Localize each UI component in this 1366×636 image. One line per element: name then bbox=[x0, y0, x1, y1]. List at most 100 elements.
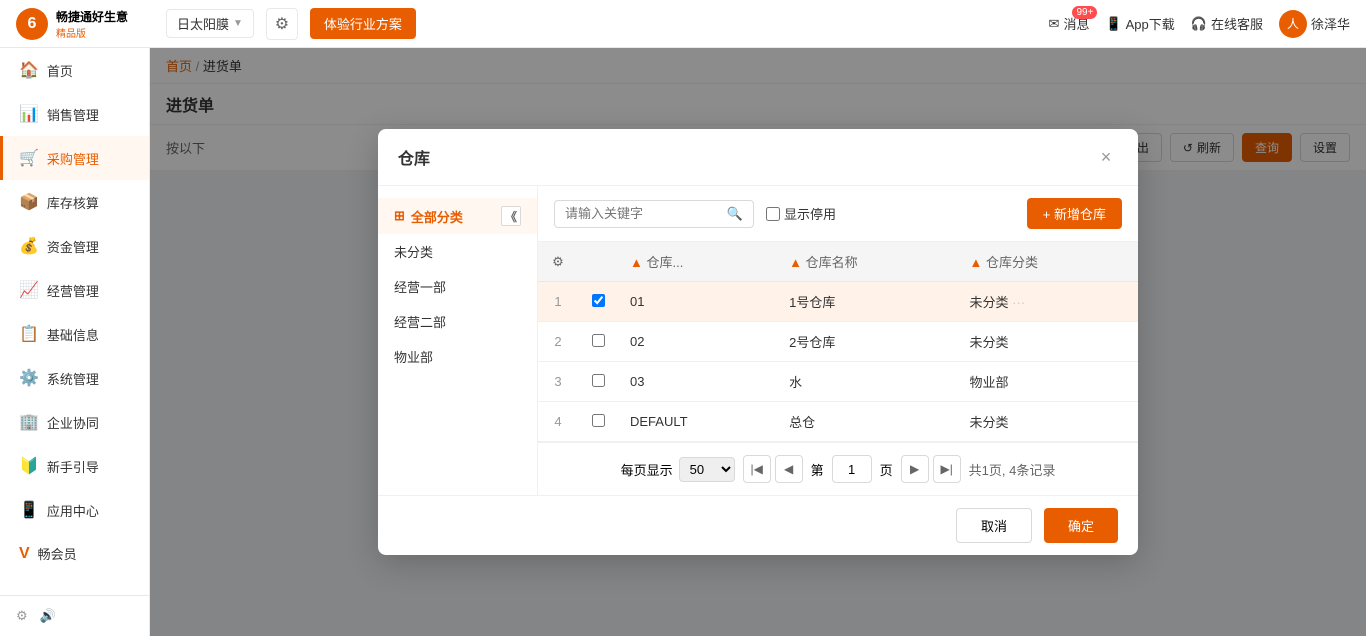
dots-menu[interactable]: ··· bbox=[1012, 295, 1025, 310]
chevron-down-icon: ▼ bbox=[233, 18, 243, 29]
cancel-button[interactable]: 取消 bbox=[956, 508, 1032, 543]
user-profile-button[interactable]: 人 徐泽华 bbox=[1279, 10, 1350, 38]
sidebar-item-label: 资金管理 bbox=[47, 237, 99, 256]
messages-badge: 99+ bbox=[1072, 6, 1097, 19]
sidebar-item-basic[interactable]: 📋 基础信息 bbox=[0, 312, 149, 356]
last-page-button[interactable]: ▶| bbox=[933, 455, 961, 483]
store-name: 日太阳膜 bbox=[177, 14, 229, 33]
online-service-button[interactable]: 🎧 在线客服 bbox=[1191, 14, 1263, 33]
col-category: ▲ 仓库分类 bbox=[958, 242, 1138, 282]
row-name: 总仓 bbox=[777, 402, 957, 442]
sidebar-item-label: 经营管理 bbox=[47, 281, 99, 300]
row-category: 未分类 bbox=[958, 402, 1138, 442]
member-icon: V bbox=[19, 545, 30, 563]
avatar: 人 bbox=[1279, 10, 1307, 38]
settings-icon[interactable]: ⚙ bbox=[266, 8, 298, 40]
page-navigation: |◀ ◀ 第 页 ▶ ▶| bbox=[743, 455, 961, 483]
sidebar-item-label: 采购管理 bbox=[47, 149, 99, 168]
table-row[interactable]: 3 03 水 物业部 bbox=[538, 362, 1138, 402]
logo-area: 6 畅捷通好生意 精品版 bbox=[16, 8, 166, 40]
sidebar-item-label: 企业协同 bbox=[47, 413, 99, 432]
category-item-uncategorized[interactable]: 未分类 bbox=[378, 234, 537, 269]
row-checkbox-cell[interactable] bbox=[578, 322, 618, 362]
sidebar-item-operation[interactable]: 📈 经营管理 bbox=[0, 268, 149, 312]
show-disabled-checkbox[interactable] bbox=[766, 207, 780, 221]
headphone-icon: 🎧 bbox=[1191, 16, 1207, 32]
warehouse-modal: 仓库 × ⊞ 全部分类 《 未分类 bbox=[378, 129, 1138, 555]
sidebar-item-label: 畅会员 bbox=[38, 544, 77, 563]
sidebar-item-inventory[interactable]: 📦 库存核算 bbox=[0, 180, 149, 224]
sidebar-item-finance[interactable]: 💰 资金管理 bbox=[0, 224, 149, 268]
row-code: DEFAULT bbox=[618, 402, 777, 442]
grid-icon: ⊞ bbox=[394, 208, 405, 224]
guide-icon: 🔰 bbox=[19, 456, 39, 476]
home-icon: 🏠 bbox=[19, 60, 39, 80]
row-checkbox-cell[interactable] bbox=[578, 362, 618, 402]
sidebar-item-home[interactable]: 🏠 首页 bbox=[0, 48, 149, 92]
sidebar-item-app[interactable]: 📱 应用中心 bbox=[0, 488, 149, 532]
sidebar-item-system[interactable]: ⚙️ 系统管理 bbox=[0, 356, 149, 400]
row-number: 4 bbox=[538, 402, 578, 442]
category-sidebar: ⊞ 全部分类 《 未分类 经营一部 经营二部 bbox=[378, 186, 538, 495]
search-box: 🔍 bbox=[554, 200, 754, 228]
speaker-icon[interactable]: 🔊 bbox=[40, 608, 56, 624]
sidebar-item-label: 新手引导 bbox=[47, 457, 99, 476]
row-category: 物业部 bbox=[958, 362, 1138, 402]
app-download-button[interactable]: 📱 App下载 bbox=[1105, 14, 1174, 33]
main-layout: 🏠 首页 📊 销售管理 🛒 采购管理 📦 库存核算 💰 资金管理 📈 经营管理 … bbox=[0, 48, 1366, 636]
row-checkbox-cell[interactable] bbox=[578, 282, 618, 322]
header: 6 畅捷通好生意 精品版 日太阳膜 ▼ ⚙ 体验行业方案 ✉ 消息 99+ 📱 … bbox=[0, 0, 1366, 48]
header-middle: 日太阳膜 ▼ ⚙ 体验行业方案 bbox=[166, 8, 1049, 40]
messages-button[interactable]: ✉ 消息 99+ bbox=[1049, 14, 1090, 33]
first-page-button[interactable]: |◀ bbox=[743, 455, 771, 483]
logo-icon: 6 bbox=[16, 8, 48, 40]
show-disabled-checkbox-label[interactable]: 显示停用 bbox=[766, 204, 836, 223]
sidebar-item-label: 销售管理 bbox=[47, 105, 99, 124]
inventory-icon: 📦 bbox=[19, 192, 39, 212]
modal-close-button[interactable]: × bbox=[1094, 145, 1118, 169]
app-icon: 📱 bbox=[1105, 16, 1121, 32]
sidebar-item-guide[interactable]: 🔰 新手引导 bbox=[0, 444, 149, 488]
gear-col-icon: ⚙ bbox=[552, 254, 564, 269]
sort-icon: ▲ bbox=[630, 255, 643, 270]
sidebar-item-label: 库存核算 bbox=[47, 193, 99, 212]
sidebar-bottom: ⚙ 🔊 bbox=[0, 595, 149, 636]
row-category: 未分类 bbox=[958, 322, 1138, 362]
table-row[interactable]: 1 01 1号仓库 未分类 ··· bbox=[538, 282, 1138, 322]
sidebar-item-enterprise[interactable]: 🏢 企业协同 bbox=[0, 400, 149, 444]
page-number-input[interactable] bbox=[832, 455, 872, 483]
per-page-select[interactable]: 50 10 20 100 bbox=[679, 457, 735, 482]
category-item-dept2[interactable]: 经营二部 bbox=[378, 304, 537, 339]
trial-button[interactable]: 体验行业方案 bbox=[310, 8, 416, 39]
collapse-button[interactable]: 《 bbox=[501, 206, 521, 226]
row-checkbox-cell[interactable] bbox=[578, 402, 618, 442]
sidebar: 🏠 首页 📊 销售管理 🛒 采购管理 📦 库存核算 💰 资金管理 📈 经营管理 … bbox=[0, 48, 150, 636]
sidebar-item-member[interactable]: V 畅会员 bbox=[0, 532, 149, 575]
add-warehouse-button[interactable]: + 新增仓库 bbox=[1027, 198, 1122, 229]
sidebar-item-purchase[interactable]: 🛒 采购管理 bbox=[0, 136, 149, 180]
all-categories-item[interactable]: ⊞ 全部分类 《 bbox=[378, 198, 537, 234]
sidebar-item-label: 基础信息 bbox=[47, 325, 99, 344]
purchase-icon: 🛒 bbox=[19, 148, 39, 168]
sidebar-item-label: 系统管理 bbox=[47, 369, 99, 388]
confirm-button[interactable]: 确定 bbox=[1044, 508, 1118, 543]
category-item-property[interactable]: 物业部 bbox=[378, 339, 537, 374]
prev-page-button[interactable]: ◀ bbox=[775, 455, 803, 483]
table-row[interactable]: 2 02 2号仓库 未分类 bbox=[538, 322, 1138, 362]
table-header-row: ⚙ ▲ 仓库... ▲ bbox=[538, 242, 1138, 282]
row-code: 01 bbox=[618, 282, 777, 322]
message-icon: ✉ bbox=[1049, 16, 1060, 32]
search-input[interactable] bbox=[565, 206, 723, 221]
system-icon: ⚙️ bbox=[19, 368, 39, 388]
col-code: ▲ 仓库... bbox=[618, 242, 777, 282]
row-code: 02 bbox=[618, 322, 777, 362]
store-selector[interactable]: 日太阳膜 ▼ bbox=[166, 9, 254, 38]
sidebar-item-label: 首页 bbox=[47, 61, 73, 80]
modal-overlay: 仓库 × ⊞ 全部分类 《 未分类 bbox=[150, 48, 1366, 636]
category-item-dept1[interactable]: 经营一部 bbox=[378, 269, 537, 304]
table-row[interactable]: 4 DEFAULT 总仓 未分类 bbox=[538, 402, 1138, 442]
col-name: ▲ 仓库名称 bbox=[777, 242, 957, 282]
sidebar-item-sales[interactable]: 📊 销售管理 bbox=[0, 92, 149, 136]
settings-bottom-icon[interactable]: ⚙ bbox=[16, 608, 28, 624]
next-page-button[interactable]: ▶ bbox=[901, 455, 929, 483]
